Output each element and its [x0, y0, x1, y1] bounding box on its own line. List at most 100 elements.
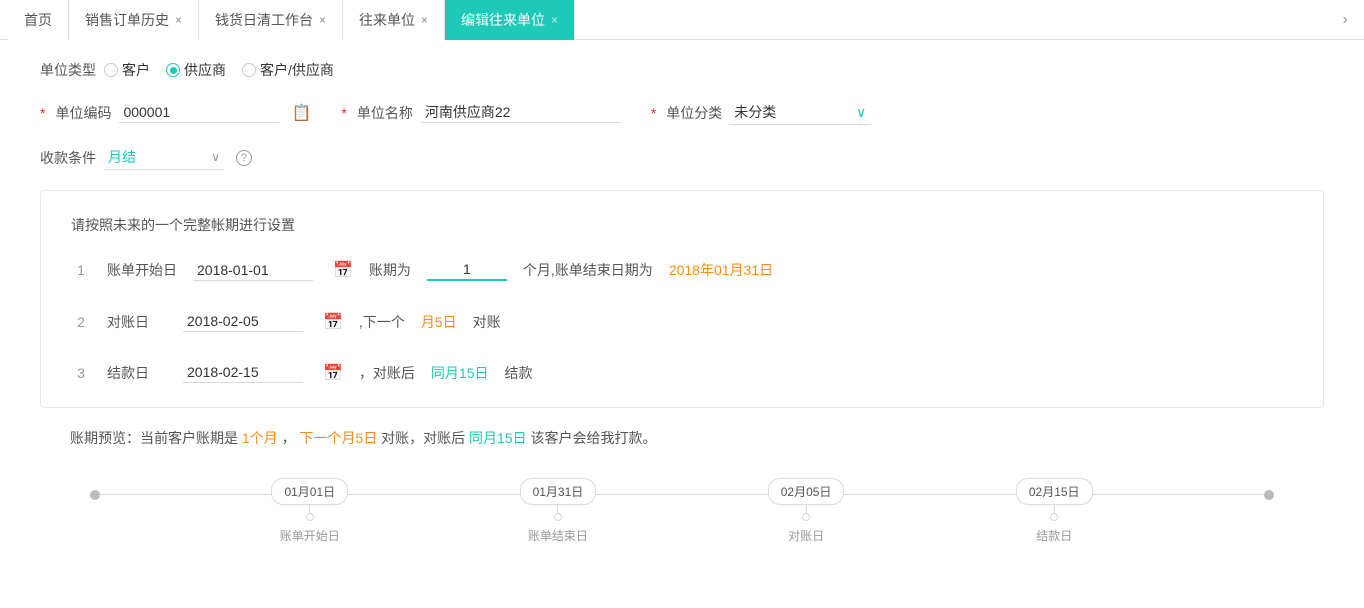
radio-supplier[interactable]: 供应商 — [166, 60, 226, 80]
payment-prefix-label: ，对账后 — [359, 363, 415, 383]
timeline-label-3: 对账日 — [788, 527, 824, 544]
timeline-connector-1 — [309, 505, 310, 513]
tab-partner-unit[interactable]: 往来单位 × — [343, 0, 445, 40]
tab-sales-history[interactable]: 销售订单历史 × — [69, 0, 199, 40]
payment-day-highlight: 同月15日 — [431, 363, 489, 383]
radio-both[interactable]: 客户/供应商 — [242, 60, 334, 80]
period-prefix-label: 账期为 — [369, 260, 411, 280]
payment-date-calendar-icon[interactable]: 📅 — [323, 363, 343, 383]
payment-condition-help-icon[interactable]: ? — [236, 150, 252, 166]
reconcile-suffix-label: 对账 — [473, 312, 501, 332]
radio-customer[interactable]: 客户 — [104, 60, 150, 80]
payment-date-input[interactable] — [183, 362, 303, 383]
setting-row-1: 1 账单开始日 📅 账期为 个月,账单结束日期为 2018年01月31日 — [71, 259, 1293, 281]
payment-condition-field: 收款条件 月结 ∨ ? — [40, 145, 252, 170]
row-label-payment-date: 结款日 — [107, 363, 167, 383]
timeline-badge-2: 01月31日 — [520, 478, 597, 505]
unit-name-field: * 单位名称 — [341, 102, 620, 123]
preview-part1: 1个月 — [242, 430, 278, 446]
preview-suffix: 该客户会给我打款。 — [531, 430, 657, 446]
tab-cash-work[interactable]: 钱货日清工作台 × — [199, 0, 343, 40]
reconcile-day-highlight: 月5日 — [421, 312, 457, 332]
timeline-badge-3: 02月05日 — [768, 478, 845, 505]
timeline-label-2: 账单结束日 — [528, 527, 588, 544]
reconcile-date-calendar-icon[interactable]: 📅 — [323, 312, 343, 332]
unit-classify-field: * 单位分类 未分类 ∨ — [651, 100, 870, 125]
radio-label-both: 客户/供应商 — [260, 60, 334, 80]
timeline-badge-1: 01月01日 — [271, 478, 348, 505]
radio-circle-customer — [104, 63, 118, 77]
unit-code-field: * 单位编码 📋 — [40, 102, 311, 123]
timeline-point-end — [1264, 478, 1274, 500]
unit-name-input[interactable] — [421, 102, 621, 123]
unit-type-field: 单位类型 客户 供应商 客户/供应商 — [40, 60, 334, 80]
main-content: 单位类型 客户 供应商 客户/供应商 * 单位编码 — [0, 40, 1364, 608]
payment-condition-row: 收款条件 月结 ∨ ? — [40, 145, 1324, 170]
billing-end-date: 2018年01月31日 — [669, 260, 773, 280]
tab-close-partner-unit[interactable]: × — [421, 13, 428, 27]
row-label-reconcile-date: 对账日 — [107, 312, 167, 332]
unit-name-required: * — [341, 105, 346, 121]
timeline-connector-4 — [1054, 505, 1055, 513]
unit-classify-required: * — [651, 105, 656, 121]
start-date-input[interactable] — [193, 260, 313, 281]
payment-condition-dropdown[interactable]: 月结 ∨ — [104, 145, 224, 170]
preview-mid: 对账，对账后 — [381, 430, 465, 446]
tab-close-cash-work[interactable]: × — [319, 13, 326, 27]
preview-section: 账期预览：当前客户账期是 1个月 ， 下一个月5日 对账，对账后 同月15日 该… — [40, 428, 1324, 544]
payment-condition-label: 收款条件 — [40, 148, 96, 168]
radio-label-supplier: 供应商 — [184, 60, 226, 80]
timeline-dot-end — [1264, 490, 1274, 500]
tab-close-edit-partner[interactable]: × — [551, 13, 558, 27]
timeline-connector-3 — [806, 505, 807, 513]
timeline-label-4: 结款日 — [1036, 527, 1072, 544]
start-date-calendar-icon[interactable]: 📅 — [333, 260, 353, 280]
radio-label-customer: 客户 — [122, 60, 150, 80]
preview-prefix: 账期预览：当前客户账期是 — [70, 430, 238, 446]
row-num-3: 3 — [71, 365, 91, 381]
timeline-point-2: 01月31日 账单结束日 — [520, 478, 597, 544]
tabs-bar: 首页 销售订单历史 × 钱货日清工作台 × 往来单位 × 编辑往来单位 × › — [0, 0, 1364, 40]
row-num-2: 2 — [71, 314, 91, 330]
unit-classify-dropdown[interactable]: 未分类 ∨ — [730, 100, 870, 125]
payment-suffix-label: 结款 — [505, 363, 533, 383]
radio-circle-both — [242, 63, 256, 77]
setting-row-2: 2 对账日 📅 ,下一个 月5日 对账 — [71, 311, 1293, 332]
unit-code-copy-icon[interactable]: 📋 — [291, 103, 311, 123]
row-label-start-date: 账单开始日 — [107, 260, 177, 280]
settings-box: 请按照未来的一个完整帐期进行设置 1 账单开始日 📅 账期为 个月,账单结束日期… — [40, 190, 1324, 408]
preview-part3: 同月15日 — [469, 430, 527, 446]
unit-classify-arrow-icon: ∨ — [856, 104, 866, 121]
radio-circle-supplier — [166, 63, 180, 77]
tabs-scroll-right-icon[interactable]: › — [1335, 11, 1356, 29]
unit-classify-label: 单位分类 — [666, 103, 722, 123]
payment-condition-value: 月结 — [108, 147, 207, 167]
unit-type-row: 单位类型 客户 供应商 客户/供应商 — [40, 60, 1324, 80]
timeline-point-1: 01月01日 账单开始日 — [271, 478, 348, 544]
preview-label: 账期预览：当前客户账期是 1个月 ， 下一个月5日 对账，对账后 同月15日 该… — [70, 428, 1294, 448]
timeline-badge-4: 02月15日 — [1016, 478, 1093, 505]
tab-edit-partner[interactable]: 编辑往来单位 × — [445, 0, 575, 40]
payment-condition-arrow-icon: ∨ — [211, 150, 220, 164]
unit-info-row: * 单位编码 📋 * 单位名称 * 单位分类 未分类 ∨ — [40, 100, 1324, 125]
timeline-point-3: 02月05日 对账日 — [768, 478, 845, 544]
reconcile-prefix-label: ,下一个 — [359, 312, 405, 332]
timeline-point-start — [90, 478, 100, 500]
unit-code-required: * — [40, 105, 45, 121]
row-num-1: 1 — [71, 262, 91, 278]
timeline-points: 01月01日 账单开始日 01月31日 账单结束日 02月05日 — [90, 478, 1274, 544]
unit-code-label: 单位编码 — [55, 103, 111, 123]
timeline-dot-3 — [802, 513, 810, 521]
timeline-container: 01月01日 账单开始日 01月31日 账单结束日 02月05日 — [70, 478, 1294, 544]
period-input[interactable] — [427, 259, 507, 281]
unit-type-label: 单位类型 — [40, 60, 96, 80]
timeline-point-4: 02月15日 结款日 — [1016, 478, 1093, 544]
unit-code-input[interactable] — [119, 102, 279, 123]
period-suffix-label: 个月,账单结束日期为 — [523, 260, 653, 280]
reconcile-date-input[interactable] — [183, 311, 303, 332]
settings-title: 请按照未来的一个完整帐期进行设置 — [71, 215, 1293, 235]
unit-classify-value: 未分类 — [734, 102, 776, 122]
tab-home[interactable]: 首页 — [8, 0, 69, 40]
timeline-label-1: 账单开始日 — [280, 527, 340, 544]
tab-close-sales-history[interactable]: × — [175, 13, 182, 27]
